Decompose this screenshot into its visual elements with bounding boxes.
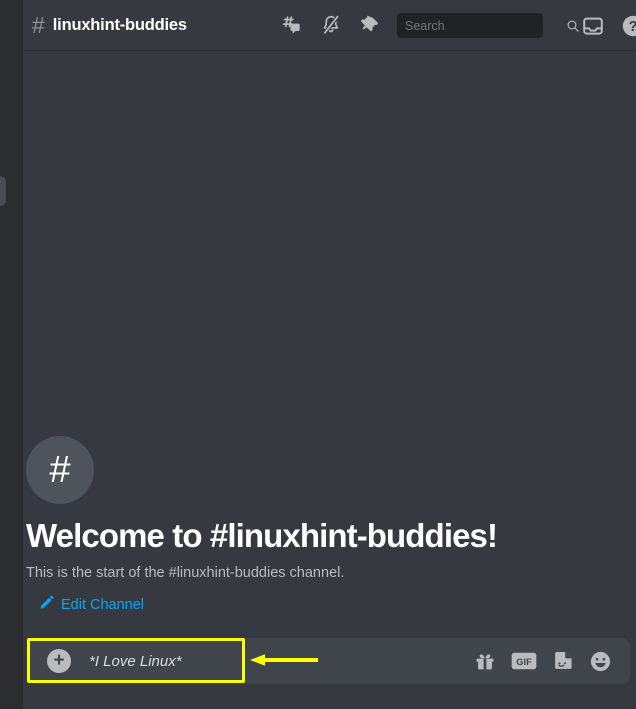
sticker-icon[interactable]: [552, 650, 574, 672]
pencil-icon: [39, 595, 54, 614]
emoji-icon[interactable]: [589, 650, 612, 673]
pin-icon[interactable]: [359, 13, 383, 37]
channel-welcome-block: # Welcome to #linuxhint-buddies! This is…: [26, 436, 606, 615]
message-input[interactable]: [89, 652, 474, 670]
channel-header: # linuxhint-buddies Search: [23, 0, 636, 51]
channel-selected-pill: [0, 176, 6, 206]
channel-avatar-hash-icon: #: [49, 449, 71, 492]
edit-channel-link[interactable]: Edit Channel: [39, 595, 144, 614]
channel-title: linuxhint-buddies: [52, 15, 187, 34]
channel-avatar: #: [26, 436, 94, 505]
gift-icon[interactable]: [474, 650, 496, 672]
bell-muted-icon[interactable]: [319, 13, 343, 37]
inbox-icon[interactable]: [581, 14, 605, 38]
attach-button[interactable]: +: [47, 649, 71, 673]
welcome-subtitle: This is the start of the #linuxhint-budd…: [26, 565, 345, 582]
welcome-title: Welcome to #linuxhint-buddies!: [26, 517, 498, 555]
svg-text:GIF: GIF: [516, 657, 532, 667]
threads-icon[interactable]: [279, 13, 303, 37]
composer-bottom-padding: [23, 691, 636, 709]
search-box[interactable]: [397, 13, 579, 38]
svg-text:?: ?: [629, 19, 636, 35]
edit-channel-label: Edit Channel: [61, 596, 145, 613]
hash-icon: #: [32, 11, 45, 38]
plus-icon: +: [53, 650, 65, 672]
composer-action-group: GIF: [474, 650, 612, 673]
help-icon[interactable]: ?: [621, 14, 636, 38]
message-composer[interactable]: + GIF: [29, 638, 630, 684]
search-icon: [566, 19, 580, 33]
search-input[interactable]: [405, 18, 566, 33]
composer-area: + GIF: [23, 631, 636, 691]
message-scroll-area[interactable]: # Welcome to #linuxhint-buddies! This is…: [23, 51, 636, 631]
gif-icon[interactable]: GIF: [511, 651, 537, 671]
discord-app-window: # linuxhint-buddies Search # Welcome to …: [0, 0, 636, 709]
sidebar-strip: [0, 0, 23, 709]
